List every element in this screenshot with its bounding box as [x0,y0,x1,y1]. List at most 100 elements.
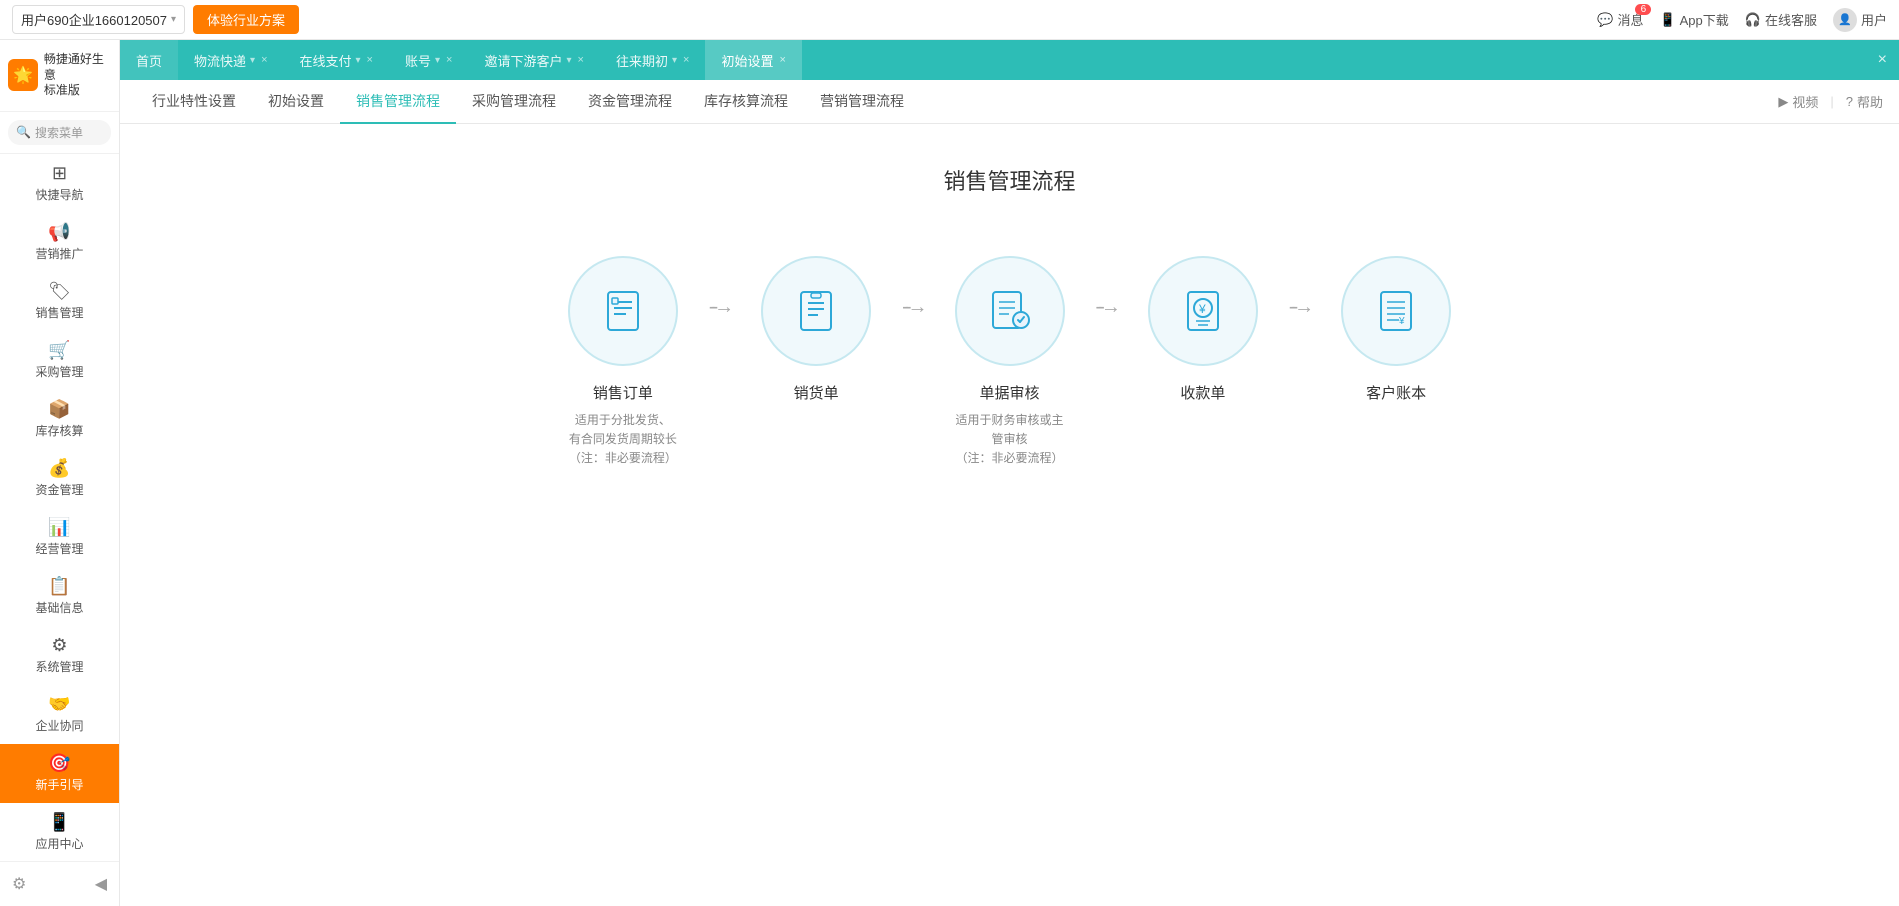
sub-tab-initial-setup[interactable]: 初始设置 [252,80,340,124]
sub-tab-label: 销售管理流程 [356,91,440,111]
flow-circle-sales-order [568,256,678,366]
nav-tab-invite-customer[interactable]: 邀请下游客户 ▾ × [468,40,599,80]
nav-tab-logistics[interactable]: 物流快递 ▾ × [178,40,283,80]
collapse-sidebar-button[interactable]: ◀ [91,870,111,898]
video-help-button[interactable]: ▶ 视频 [1778,92,1818,111]
app-download-label: App下载 [1680,10,1729,29]
sidebar-item-marketing[interactable]: 📢 营销推广 [0,213,119,272]
receipt-icon: ¥ [1178,286,1228,336]
sidebar-logo: 🌟 畅捷通好生意 标准版 [0,40,119,112]
video-icon: ▶ [1778,94,1788,110]
flow-label-document-audit: 单据审核 [979,382,1039,403]
basic-info-icon: 📋 [48,577,70,595]
help-label: 帮助 [1857,92,1883,111]
nav-tab-close-icon[interactable]: × [261,54,267,66]
sub-tab-capital-flow[interactable]: 资金管理流程 [572,80,688,124]
user-profile-button[interactable]: 👤 用户 [1833,8,1887,32]
sub-tab-industry-settings[interactable]: 行业特性设置 [136,80,252,124]
sub-tab-label: 库存核算流程 [704,91,788,111]
sidebar-item-purchase[interactable]: 🛒 采购管理 [0,331,119,390]
nav-tab-close-icon[interactable]: × [578,54,584,66]
sidebar-search-button[interactable]: 🔍 搜索菜单 [8,120,111,145]
flow-label-sales-order: 销售订单 [593,382,653,403]
sub-tab-label: 行业特性设置 [152,91,236,111]
sub-tab-label: 营销管理流程 [820,91,904,111]
sidebar-item-sales[interactable]: 🏷 销售管理 [0,272,119,331]
sidebar-item-label: 应用中心 [35,835,83,852]
flow-step-delivery-note[interactable]: 销货单 [726,256,906,411]
sidebar-item-label: 经营管理 [35,540,83,557]
sidebar-item-quick-nav[interactable]: ⊞ 快捷导航 [0,154,119,213]
system-icon: ⚙ [51,636,67,654]
sidebar-item-operations[interactable]: 📊 经营管理 [0,508,119,567]
logo-icon: 🌟 [8,59,38,91]
nav-tab-home-label: 首页 [136,51,162,70]
app-download-button[interactable]: 📱 App下载 [1659,10,1728,29]
flow-step-sales-order[interactable]: 销售订单 适用于分批发货、有合同发货周期较长（注：非必要流程） [533,256,713,469]
flow-desc-document-audit: 适用于财务审核或主管审核（注：非必要流程） [955,411,1063,469]
sidebar-item-basic-info[interactable]: 📋 基础信息 [0,567,119,626]
notification-icon: 💬 [1597,12,1613,28]
sidebar-item-system[interactable]: ⚙ 系统管理 [0,626,119,685]
sub-tab-inventory-flow[interactable]: 库存核算流程 [688,80,804,124]
sidebar-item-label: 新手引导 [35,776,83,793]
nav-tab-account[interactable]: 账号 ▾ × [389,40,468,80]
nav-tab-online-payment[interactable]: 在线支付 ▾ × [284,40,389,80]
flow-step-document-audit[interactable]: 单据审核 适用于财务审核或主管审核（注：非必要流程） [920,256,1100,469]
chevron-down-icon: ▾ [171,14,176,25]
nav-tab-close-icon[interactable]: × [779,54,785,66]
nav-close-all-button[interactable]: × [1866,51,1899,69]
nav-tab-invite-customer-label: 邀请下游客户 [484,51,562,70]
sidebar-item-cooperation[interactable]: 🤝 企业协同 [0,685,119,744]
help-button[interactable]: ? 帮助 [1846,92,1883,111]
purchase-icon: 🛒 [48,341,70,359]
flow-step-customer-ledger[interactable]: ¥ 客户账本 [1306,256,1486,411]
flow-circle-customer-ledger: ¥ [1341,256,1451,366]
new-guide-icon: 🎯 [48,754,70,772]
sidebar-item-inventory[interactable]: 📦 库存核算 [0,390,119,449]
nav-tabs-bar: 首页 物流快递 ▾ × 在线支付 ▾ × 账号 ▾ × 邀请下游客户 ▾ × 往… [120,40,1899,80]
settings-bottom-icon[interactable]: ⚙ [8,870,30,898]
app-download-icon: 📱 [1659,12,1675,28]
sidebar-item-label: 快捷导航 [35,186,83,203]
nav-tab-home[interactable]: 首页 [120,40,178,80]
nav-tab-close-icon[interactable]: × [367,54,373,66]
notifications-button[interactable]: 💬 消息 6 [1597,10,1643,29]
flow-label-customer-ledger: 客户账本 [1366,382,1426,403]
search-icon: 🔍 [16,125,31,139]
sub-tab-marketing-flow[interactable]: 营销管理流程 [804,80,920,124]
flow-circle-document-audit [955,256,1065,366]
sidebar: 🌟 畅捷通好生意 标准版 🔍 搜索菜单 ⊞ 快捷导航 📢 营销推广 🏷 销售管理… [0,40,120,906]
user-name-label: 用户 [1861,10,1887,29]
flow-label-receipt: 收款单 [1180,382,1225,403]
nav-tab-close-icon[interactable]: × [446,54,452,66]
video-label: 视频 [1792,92,1818,111]
nav-tab-close-icon[interactable]: × [683,54,689,66]
nav-tab-initial-settings-label: 初始设置 [721,51,773,70]
marketing-icon: 📢 [48,223,70,241]
flow-diagram: 销售订单 适用于分批发货、有合同发货周期较长（注：非必要流程） --→ 销货单 [140,256,1879,469]
user-selector-label: 用户690企业1660120507 [21,10,167,29]
user-selector[interactable]: 用户690企业1660120507 ▾ [12,5,185,34]
page-title: 销售管理流程 [140,164,1879,196]
flow-desc-sales-order: 适用于分批发货、有合同发货周期较长（注：非必要流程） [569,411,677,469]
nav-tab-initial-settings[interactable]: 初始设置 × [705,40,801,80]
sidebar-item-finance[interactable]: 💰 资金管理 [0,449,119,508]
online-service-button[interactable]: 🎧 在线客服 [1745,10,1817,29]
sidebar-item-label: 销售管理 [35,304,83,321]
logo-line2: 标准版 [44,83,111,99]
header-left: 用户690企业1660120507 ▾ 体验行业方案 [12,5,299,34]
nav-tab-arrow: ▾ [672,55,677,66]
sub-tab-purchase-flow[interactable]: 采购管理流程 [456,80,572,124]
nav-tab-arrow: ▾ [435,55,440,66]
sidebar-item-app-center[interactable]: 📱 应用中心 [0,803,119,861]
trial-button[interactable]: 体验行业方案 [193,5,299,34]
sidebar-item-new-guide[interactable]: 🎯 新手引导 [0,744,119,803]
nav-tab-beginning-period[interactable]: 往来期初 ▾ × [600,40,705,80]
quick-nav-icon: ⊞ [52,164,67,182]
flow-step-receipt[interactable]: ¥ 收款单 [1113,256,1293,411]
sub-tab-sales-flow[interactable]: 销售管理流程 [340,80,456,124]
sidebar-item-label: 库存核算 [35,422,83,439]
finance-icon: 💰 [48,459,70,477]
sub-tab-label: 资金管理流程 [588,91,672,111]
